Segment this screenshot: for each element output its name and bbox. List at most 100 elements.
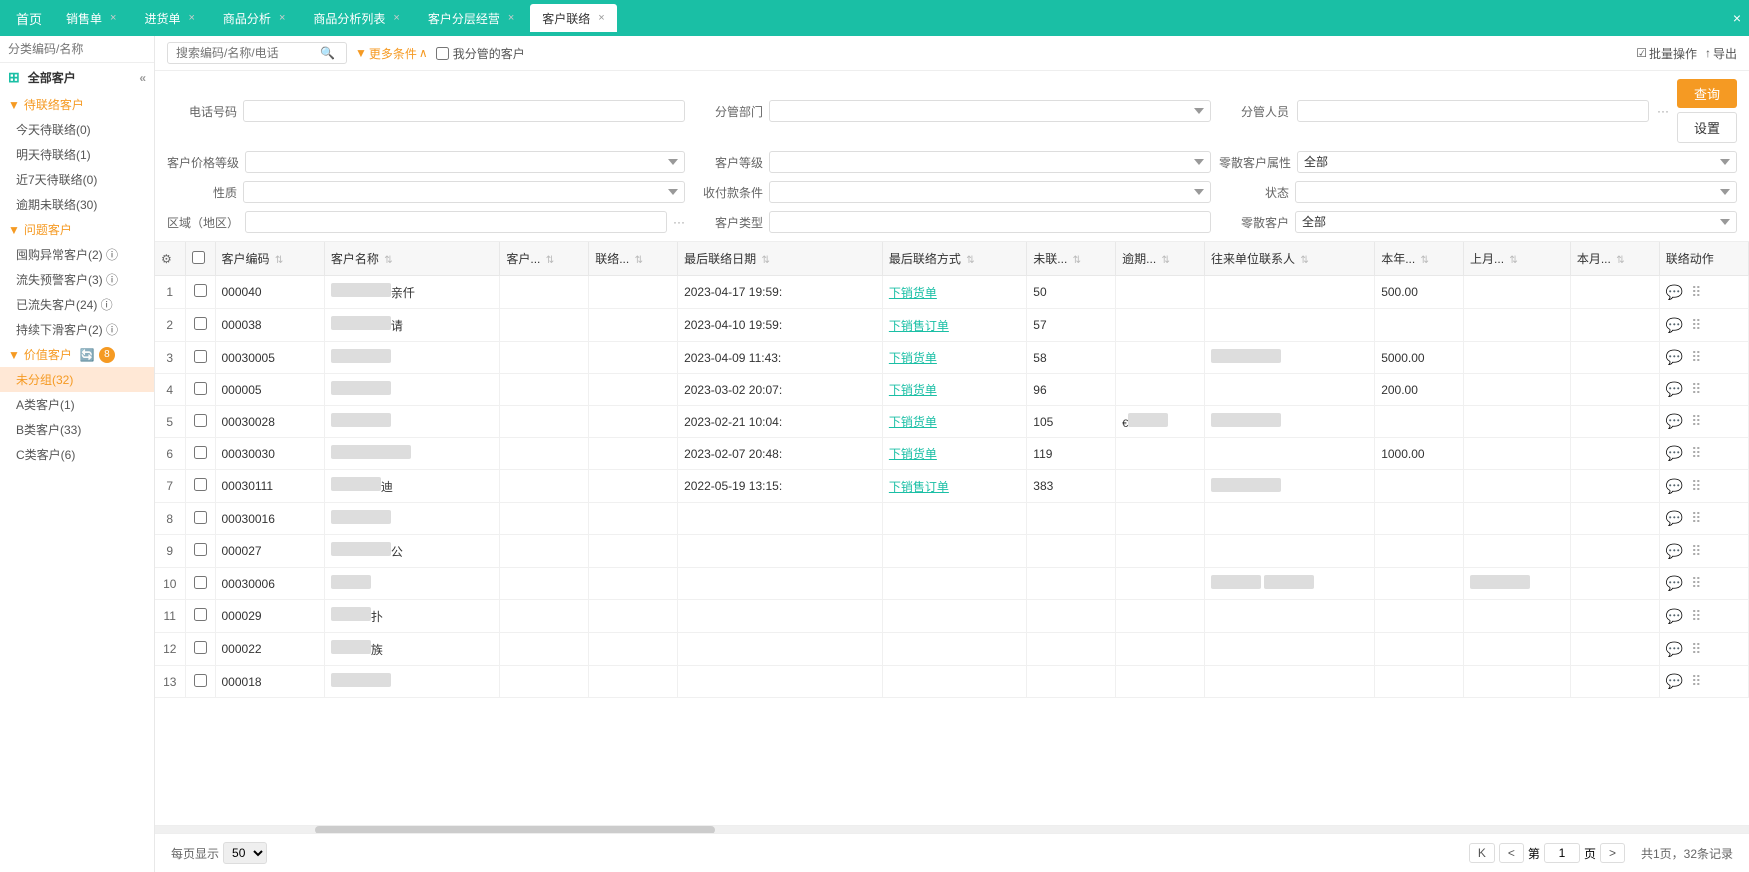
cell-checkbox[interactable]: [185, 374, 215, 406]
row-checkbox[interactable]: [194, 382, 207, 395]
lastmonth-sort-icon[interactable]: ⇅: [1509, 255, 1517, 266]
more-action-icon[interactable]: ⠿: [1691, 673, 1701, 690]
chat-icon[interactable]: 💬: [1666, 673, 1683, 690]
lastdate-sort-icon[interactable]: ⇅: [761, 255, 769, 266]
scatter-select[interactable]: 全部: [1295, 211, 1737, 233]
group-problem-customer[interactable]: ▼ 问题客户: [0, 217, 154, 242]
cell-checkbox[interactable]: [185, 503, 215, 535]
sidebar-item-classC[interactable]: C类客户(6): [0, 442, 154, 467]
cell-checkbox[interactable]: [185, 470, 215, 503]
home-tab[interactable]: 首页: [8, 5, 50, 32]
sidebar-item-today[interactable]: 今天待联络(0): [0, 117, 154, 142]
tab-sales[interactable]: 销售单 ×: [54, 4, 128, 32]
region-input[interactable]: [245, 211, 667, 233]
chat-icon[interactable]: 💬: [1666, 381, 1683, 398]
col-last-type-header[interactable]: 最后联络方式 ⇅: [882, 242, 1026, 276]
col-code-header[interactable]: 客户编码 ⇅: [215, 242, 324, 276]
phone-input[interactable]: [243, 100, 685, 122]
chat-icon[interactable]: 💬: [1666, 575, 1683, 592]
refresh-icon[interactable]: 🔄: [80, 348, 95, 362]
row-checkbox[interactable]: [194, 641, 207, 654]
chat-icon[interactable]: 💬: [1666, 608, 1683, 625]
col-checkbox-header[interactable]: [185, 242, 215, 276]
person-input[interactable]: [1297, 100, 1649, 122]
export-btn[interactable]: ↑ 导出: [1705, 45, 1737, 62]
col-last-month-header[interactable]: 上月... ⇅: [1464, 242, 1571, 276]
cell-checkbox[interactable]: [185, 600, 215, 633]
more-action-icon[interactable]: ⠿: [1691, 349, 1701, 366]
sidebar-item-classB[interactable]: B类客户(33): [0, 417, 154, 442]
contact-type-link[interactable]: 下销售订单: [889, 480, 949, 494]
more-action-icon[interactable]: ⠿: [1691, 641, 1701, 658]
cell-last-type[interactable]: 下销售订单: [882, 470, 1026, 503]
setting-icon[interactable]: ⚙: [161, 252, 172, 266]
not-contacted-sort-icon[interactable]: ⇅: [1073, 255, 1081, 266]
payment-select[interactable]: [769, 181, 1211, 203]
all-customers-header[interactable]: ⊞ 全部客户 «: [0, 63, 154, 92]
next-page-btn[interactable]: >: [1600, 843, 1625, 863]
cell-last-type[interactable]: 下销货单: [882, 438, 1026, 470]
row-checkbox[interactable]: [194, 446, 207, 459]
cell-last-type[interactable]: 下销售订单: [882, 309, 1026, 342]
row-checkbox[interactable]: [194, 317, 207, 330]
col-overdue-header[interactable]: 逾期... ⇅: [1116, 242, 1205, 276]
chat-icon[interactable]: 💬: [1666, 284, 1683, 301]
sidebar-item-lost[interactable]: 已流失客户(24) ⓘ: [0, 292, 154, 317]
region-dotdot[interactable]: ···: [673, 215, 685, 229]
col-contact-header[interactable]: 联络... ⇅: [589, 242, 678, 276]
group-value-customer[interactable]: ▼ 价值客户 🔄 8: [0, 342, 154, 367]
contact-type-link[interactable]: 下销货单: [889, 383, 937, 397]
sidebar-item-overdue[interactable]: 逾期未联络(30): [0, 192, 154, 217]
chat-icon[interactable]: 💬: [1666, 543, 1683, 560]
cell-checkbox[interactable]: [185, 309, 215, 342]
contact-type-link[interactable]: 下销货单: [889, 447, 937, 461]
type-sort-icon[interactable]: ⇅: [546, 255, 554, 266]
cell-last-type[interactable]: [882, 633, 1026, 666]
overdue-sort-icon[interactable]: ⇅: [1162, 255, 1170, 266]
col-setting[interactable]: ⚙: [155, 242, 185, 276]
col-contact-person-header[interactable]: 往来单位联系人 ⇅: [1205, 242, 1375, 276]
close-tab-purchase[interactable]: ×: [188, 12, 194, 24]
scatter-attr-select[interactable]: 全部: [1297, 151, 1737, 173]
cell-checkbox[interactable]: [185, 276, 215, 309]
sidebar-item-abnormal[interactable]: 囤购异常客户(2) ⓘ: [0, 242, 154, 267]
col-this-month-header[interactable]: 本月... ⇅: [1570, 242, 1659, 276]
more-action-icon[interactable]: ⠿: [1691, 413, 1701, 430]
sidebar-item-loss-warning[interactable]: 流失预警客户(3) ⓘ: [0, 267, 154, 292]
more-action-icon[interactable]: ⠿: [1691, 284, 1701, 301]
more-action-icon[interactable]: ⠿: [1691, 478, 1701, 495]
chat-icon[interactable]: 💬: [1666, 478, 1683, 495]
my-customers-check-input[interactable]: [436, 47, 449, 60]
collapse-icon[interactable]: «: [139, 71, 146, 85]
more-action-icon[interactable]: ⠿: [1691, 317, 1701, 334]
search-icon[interactable]: 🔍: [320, 46, 335, 60]
more-action-icon[interactable]: ⠿: [1691, 510, 1701, 527]
tab-customer-tier[interactable]: 客户分层经营 ×: [416, 4, 526, 32]
close-tab-product-analysis[interactable]: ×: [279, 12, 285, 24]
cell-checkbox[interactable]: [185, 535, 215, 568]
chat-icon[interactable]: 💬: [1666, 413, 1683, 430]
tab-customer-contact[interactable]: 客户联络 ×: [530, 4, 616, 32]
person-dotdot[interactable]: ···: [1657, 104, 1669, 118]
cell-last-type[interactable]: [882, 568, 1026, 600]
close-all-btn[interactable]: ×: [1733, 10, 1741, 26]
col-name-header[interactable]: 客户名称 ⇅: [324, 242, 500, 276]
batch-op-btn[interactable]: ☑ 批量操作: [1636, 45, 1697, 62]
col-not-contacted-header[interactable]: 未联... ⇅: [1027, 242, 1116, 276]
per-page-select[interactable]: 50: [223, 842, 267, 864]
cell-last-type[interactable]: [882, 503, 1026, 535]
thisyear-sort-icon[interactable]: ⇅: [1421, 255, 1429, 266]
close-tab-product-list[interactable]: ×: [393, 12, 399, 24]
tab-product-analysis[interactable]: 商品分析 ×: [211, 4, 297, 32]
select-all-checkbox[interactable]: [192, 251, 205, 264]
row-checkbox[interactable]: [194, 608, 207, 621]
thismonth-sort-icon[interactable]: ⇅: [1616, 255, 1624, 266]
row-checkbox[interactable]: [194, 576, 207, 589]
more-action-icon[interactable]: ⠿: [1691, 575, 1701, 592]
col-type-header[interactable]: 客户... ⇅: [500, 242, 589, 276]
cell-last-type[interactable]: [882, 666, 1026, 698]
more-action-icon[interactable]: ⠿: [1691, 608, 1701, 625]
customer-type-input[interactable]: [769, 211, 1211, 233]
contact-type-link[interactable]: 下销售订单: [889, 319, 949, 333]
cell-last-type[interactable]: [882, 535, 1026, 568]
